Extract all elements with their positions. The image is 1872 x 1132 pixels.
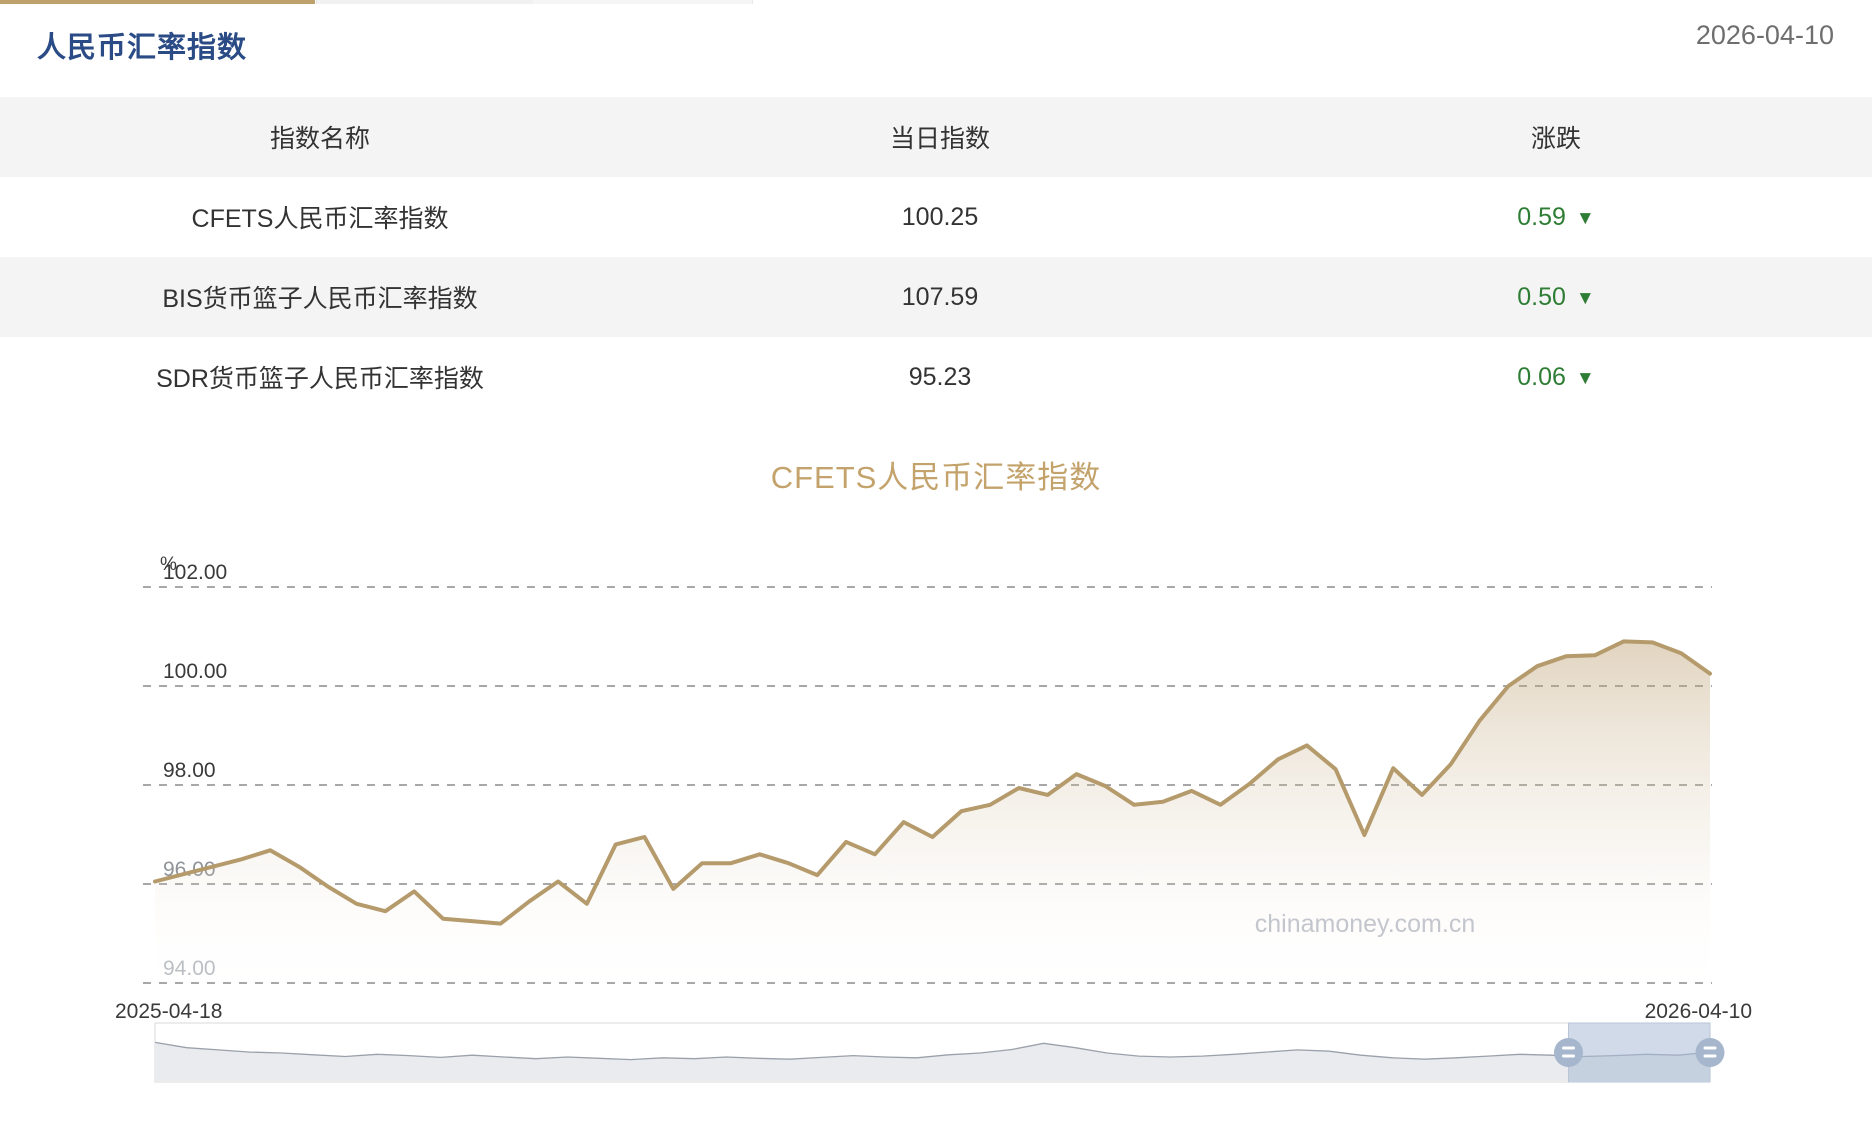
down-triangle-icon: ▼ xyxy=(1576,288,1595,310)
index-name: CFETS人民币汇率指数 xyxy=(0,199,640,235)
top-tab-strip xyxy=(0,0,1872,4)
page-title: 人民币汇率指数 xyxy=(37,24,247,66)
table-header-row: 指数名称 当日指数 涨跌 xyxy=(0,97,1872,177)
x-axis-start-label: 2025-04-18 xyxy=(115,1000,222,1023)
y-tick-label: 100.00 xyxy=(163,660,227,683)
index-name: SDR货币篮子人民币汇率指数 xyxy=(0,359,640,395)
y-tick-label: 98.00 xyxy=(163,759,216,782)
index-value: 95.23 xyxy=(640,363,1240,392)
inactive-tab-indicator[interactable] xyxy=(316,0,534,4)
handle-grip-icon xyxy=(1704,1047,1717,1050)
index-name: BIS货币篮子人民币汇率指数 xyxy=(0,279,640,315)
active-tab-indicator[interactable] xyxy=(0,0,315,4)
table-row[interactable]: CFETS人民币汇率指数 100.25 0.59 ▼ xyxy=(0,177,1872,257)
change-value: 0.59 xyxy=(1517,203,1566,231)
chart-title: CFETS人民币汇率指数 xyxy=(0,452,1872,497)
navigator-left-handle[interactable] xyxy=(1554,1038,1583,1067)
rmb-index-page: 人民币汇率指数 2026-04-10 指数名称 当日指数 涨跌 CFETS人民币… xyxy=(0,0,1872,1132)
inactive-tab-indicator[interactable] xyxy=(533,0,753,4)
down-triangle-icon: ▼ xyxy=(1576,208,1595,230)
cfets-index-chart: %102.00100.0098.0096.0094.00chinamoney.c… xyxy=(0,530,1872,1110)
table-row[interactable]: BIS货币篮子人民币汇率指数 107.59 0.50 ▼ xyxy=(0,257,1872,337)
down-triangle-icon: ▼ xyxy=(1576,368,1595,390)
change-value: 0.50 xyxy=(1517,283,1566,311)
index-change: 0.59 ▼ xyxy=(1240,203,1872,232)
watermark: chinamoney.com.cn xyxy=(1255,910,1475,938)
y-tick-label: 102.00 xyxy=(163,561,227,584)
index-value: 100.25 xyxy=(640,203,1240,232)
column-header-name: 指数名称 xyxy=(0,119,640,155)
report-date: 2026-04-10 xyxy=(1696,20,1834,51)
x-axis-end-label: 2026-04-10 xyxy=(1645,1000,1752,1023)
handle-grip-icon xyxy=(1562,1047,1575,1050)
column-header-change: 涨跌 xyxy=(1240,119,1872,155)
table-row[interactable]: SDR货币篮子人民币汇率指数 95.23 0.06 ▼ xyxy=(0,337,1872,417)
navigator-selected-range[interactable] xyxy=(1568,1023,1710,1082)
index-change: 0.06 ▼ xyxy=(1240,363,1872,392)
series-area-fill xyxy=(155,641,1710,1000)
change-value: 0.06 xyxy=(1517,363,1566,391)
column-header-value: 当日指数 xyxy=(640,119,1240,155)
index-value: 107.59 xyxy=(640,283,1240,312)
index-table: 指数名称 当日指数 涨跌 CFETS人民币汇率指数 100.25 0.59 ▼ B… xyxy=(0,97,1872,417)
navigator-right-handle[interactable] xyxy=(1696,1038,1725,1067)
handle-grip-icon xyxy=(1562,1055,1575,1058)
handle-grip-icon xyxy=(1704,1055,1717,1058)
index-change: 0.50 ▼ xyxy=(1240,283,1872,312)
